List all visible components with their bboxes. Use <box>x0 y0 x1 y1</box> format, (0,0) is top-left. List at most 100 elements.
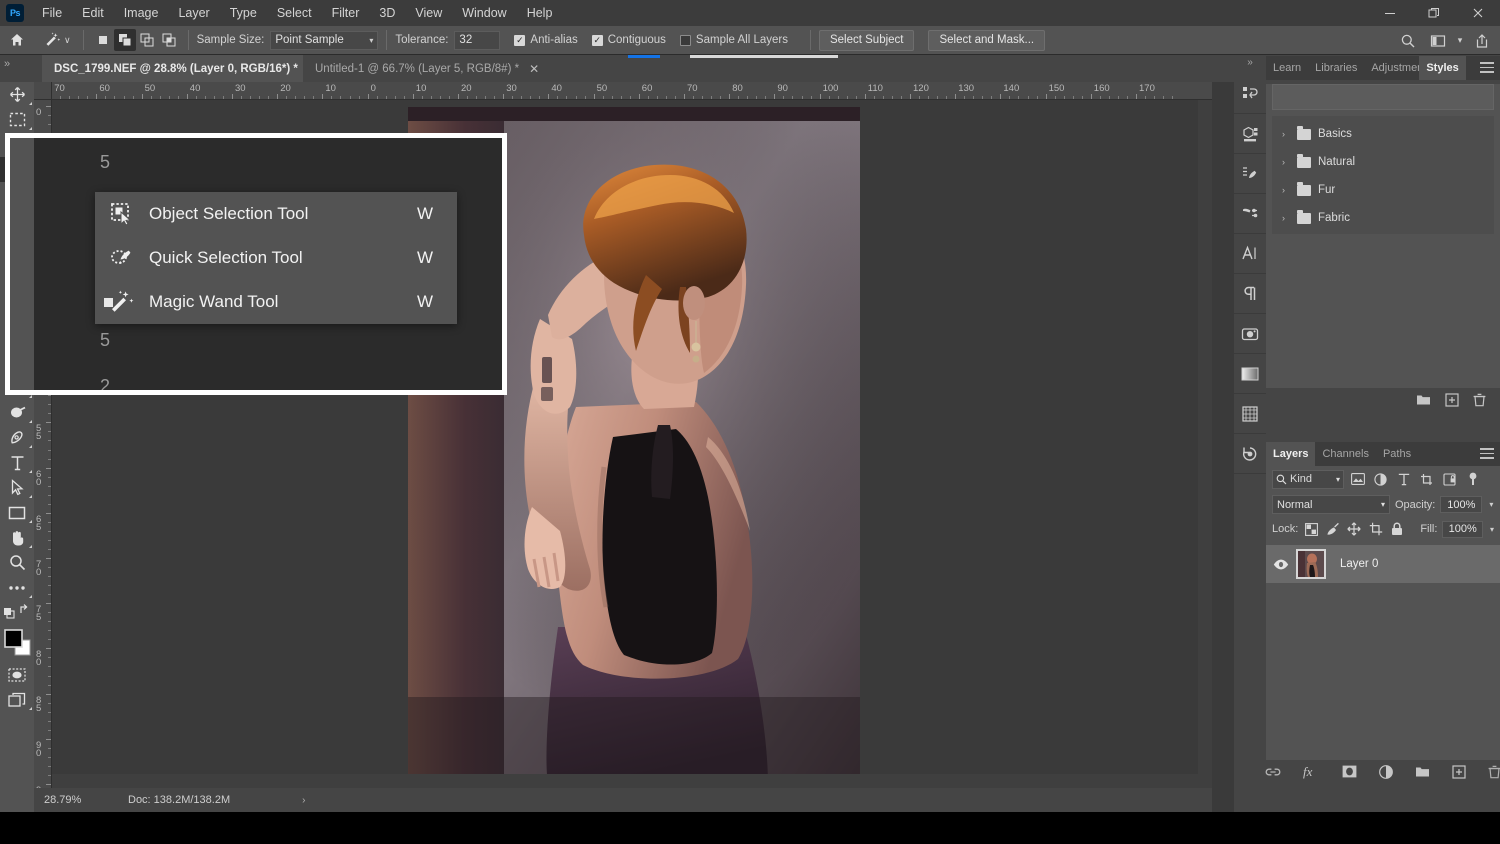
fill-value[interactable]: 100% <box>1442 521 1483 538</box>
undo-history-icon[interactable] <box>1234 434 1266 474</box>
quick-mask-mode-button[interactable] <box>0 662 34 687</box>
workspace-icon[interactable] <box>1424 28 1452 54</box>
sample-all-layers-checkbox[interactable]: Sample All Layers <box>680 34 788 46</box>
styles-group-fabric[interactable]: › Fabric <box>1272 204 1494 232</box>
link-layers-icon[interactable] <box>1265 766 1281 781</box>
share-icon[interactable] <box>1468 28 1496 54</box>
blend-mode-select[interactable]: Normal ▾ <box>1272 495 1390 514</box>
chevron-down-icon[interactable]: ∨ <box>64 35 71 46</box>
tab-expander-icon[interactable]: » <box>4 58 10 70</box>
menu-type[interactable]: Type <box>220 0 267 26</box>
minimize-button[interactable] <box>1368 0 1412 26</box>
layer-filter-kind-select[interactable]: Kind ▾ <box>1272 470 1344 489</box>
layer-thumbnail[interactable] <box>1296 549 1326 579</box>
styles-group-natural[interactable]: › Natural <box>1272 148 1494 176</box>
tab-layers[interactable]: Layers <box>1266 442 1315 466</box>
patterns-icon[interactable] <box>1234 394 1266 434</box>
character-icon[interactable] <box>1234 234 1266 274</box>
select-subject-button[interactable]: Select Subject <box>819 30 915 51</box>
layer-name[interactable]: Layer 0 <box>1340 558 1378 570</box>
lock-transparency-icon[interactable] <box>1303 521 1319 538</box>
tab-styles[interactable]: Styles <box>1419 56 1465 80</box>
menu-image[interactable]: Image <box>114 0 169 26</box>
panel-menu-icon[interactable] <box>1480 448 1494 462</box>
horizontal-ruler[interactable]: 8070605040302010010203040506070809010011… <box>52 82 1212 100</box>
contiguous-checkbox[interactable]: Contiguous <box>592 34 666 46</box>
pen-tool[interactable] <box>0 425 34 450</box>
lock-position-icon[interactable] <box>1346 521 1362 538</box>
document-tab-active[interactable]: DSC_1799.NEF @ 28.8% (Layer 0, RGB/16*) … <box>42 55 326 82</box>
menu-help[interactable]: Help <box>517 0 563 26</box>
menu-filter[interactable]: Filter <box>322 0 370 26</box>
shape-filter-icon[interactable] <box>1417 470 1436 489</box>
color-swatches-icon[interactable] <box>0 622 34 662</box>
home-icon[interactable] <box>0 26 34 54</box>
chevron-down-icon[interactable]: ▾ <box>1489 500 1493 509</box>
panel-collapse-button[interactable]: » <box>1234 56 1266 74</box>
styles-search-field[interactable] <box>1272 84 1494 110</box>
tolerance-input[interactable]: 32 <box>454 31 500 50</box>
history-icon[interactable] <box>1234 74 1266 114</box>
tab-libraries[interactable]: Libraries <box>1308 56 1364 80</box>
menu-window[interactable]: Window <box>452 0 516 26</box>
search-icon[interactable] <box>1394 28 1422 54</box>
tab-channels[interactable]: Channels <box>1315 442 1375 466</box>
rectangular-marquee-tool[interactable] <box>0 107 34 132</box>
3d-icon[interactable] <box>1234 114 1266 154</box>
dodge-tool[interactable] <box>0 400 34 425</box>
type-filter-icon[interactable] <box>1394 470 1413 489</box>
new-group-icon[interactable] <box>1416 393 1431 409</box>
pixel-filter-icon[interactable] <box>1348 470 1367 489</box>
lock-all-icon[interactable] <box>1389 521 1405 538</box>
opacity-value[interactable]: 100% <box>1440 496 1482 513</box>
menu-file[interactable]: File <box>32 0 72 26</box>
menu-layer[interactable]: Layer <box>168 0 219 26</box>
hand-tool[interactable] <box>0 525 34 550</box>
lock-artboard-icon[interactable] <box>1368 521 1384 538</box>
new-selection-button[interactable] <box>92 29 114 51</box>
styles-group-basics[interactable]: › Basics <box>1272 120 1494 148</box>
new-group-icon[interactable] <box>1415 765 1430 781</box>
document-tab-inactive[interactable]: Untitled-1 @ 66.7% (Layer 5, RGB/8#) * ✕ <box>303 55 547 82</box>
layer-mask-icon[interactable] <box>1342 765 1357 781</box>
ruler-corner[interactable] <box>34 82 52 100</box>
path-selection-tool[interactable] <box>0 475 34 500</box>
adjustment-layer-icon[interactable] <box>1379 765 1393 782</box>
paragraph-icon[interactable] <box>1234 274 1266 314</box>
zoom-level[interactable]: 28.79% <box>34 794 120 806</box>
chevron-down-icon[interactable]: ▾ <box>1490 525 1494 534</box>
brush-settings-icon[interactable] <box>1234 154 1266 194</box>
status-expand-icon[interactable]: › <box>302 795 305 806</box>
new-layer-icon[interactable] <box>1452 765 1466 782</box>
camera-raw-icon[interactable] <box>1234 314 1266 354</box>
layer-row-layer-0[interactable]: Layer 0 <box>1266 545 1500 583</box>
styles-group-fur[interactable]: › Fur <box>1272 176 1494 204</box>
chevron-down-icon[interactable]: ▾ <box>1454 28 1466 54</box>
eye-icon[interactable] <box>1266 559 1296 570</box>
new-style-icon[interactable] <box>1445 393 1459 410</box>
anti-alias-checkbox[interactable]: Anti-alias <box>514 34 577 46</box>
intersect-with-selection-button[interactable] <box>158 29 180 51</box>
fx-icon[interactable]: fx <box>1303 765 1320 782</box>
menu-3d[interactable]: 3D <box>369 0 405 26</box>
subtract-from-selection-button[interactable] <box>136 29 158 51</box>
delete-icon[interactable] <box>1473 393 1486 410</box>
panel-menu-icon[interactable] <box>1480 62 1494 76</box>
canvas-vertical-scrollbar[interactable] <box>1198 100 1212 788</box>
rectangle-tool[interactable] <box>0 500 34 525</box>
menu-view[interactable]: View <box>405 0 452 26</box>
add-to-selection-button[interactable] <box>114 29 136 51</box>
restore-button[interactable] <box>1412 0 1456 26</box>
zoom-tool[interactable] <box>0 550 34 575</box>
gradients-icon[interactable] <box>1234 354 1266 394</box>
select-and-mask-button[interactable]: Select and Mask... <box>928 30 1045 51</box>
menu-edit[interactable]: Edit <box>72 0 114 26</box>
canvas-horizontal-scrollbar[interactable] <box>52 774 1198 788</box>
default-and-swap-colors[interactable] <box>0 600 34 622</box>
brush-presets-icon[interactable] <box>1234 194 1266 234</box>
sample-size-select[interactable]: Point Sample ▾ <box>270 31 378 50</box>
screen-mode-button[interactable] <box>0 687 34 712</box>
move-tool[interactable] <box>0 82 34 107</box>
menu-select[interactable]: Select <box>267 0 322 26</box>
filter-toggle-icon[interactable] <box>1463 470 1482 489</box>
